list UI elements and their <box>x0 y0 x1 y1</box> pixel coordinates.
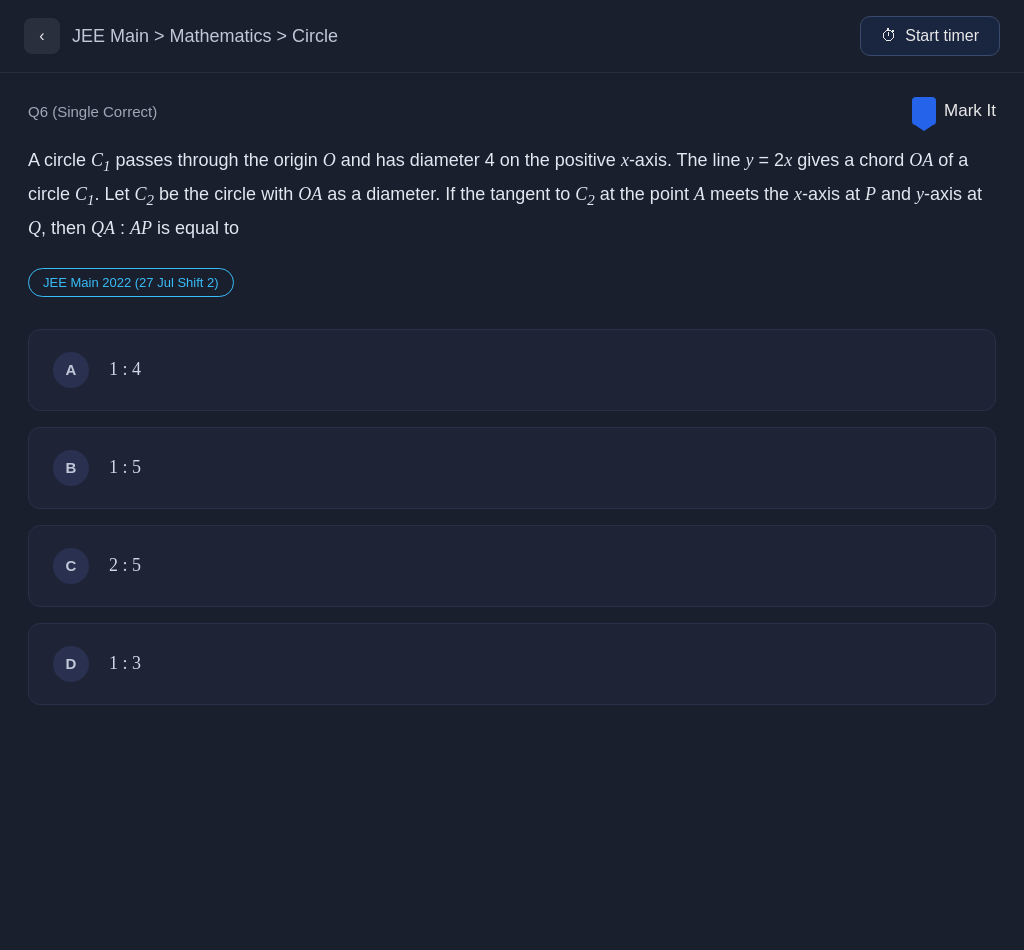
start-timer-label: Start timer <box>905 27 979 45</box>
option-a[interactable]: A 1 : 4 <box>28 329 996 411</box>
start-timer-button[interactable]: ⏱ Start timer <box>860 16 1000 56</box>
tag-container: JEE Main 2022 (27 Jul Shift 2) <box>28 268 996 297</box>
option-d-label: D <box>53 646 89 682</box>
option-c-label: C <box>53 548 89 584</box>
option-b-label: B <box>53 450 89 486</box>
option-d-text: 1 : 3 <box>109 653 141 674</box>
mark-it-label: Mark It <box>944 101 996 121</box>
question-meta: Q6 (Single Correct) Mark It <box>28 97 996 125</box>
question-text: A circle C1 passes through the origin O … <box>28 145 996 244</box>
back-button[interactable]: ‹ <box>24 18 60 54</box>
breadcrumb: JEE Main > Mathematics > Circle <box>72 26 338 47</box>
option-c-text: 2 : 5 <box>109 555 141 576</box>
option-c[interactable]: C 2 : 5 <box>28 525 996 607</box>
option-a-label: A <box>53 352 89 388</box>
content: Q6 (Single Correct) Mark It A circle C1 … <box>0 73 1024 729</box>
mark-it-button[interactable]: Mark It <box>912 97 996 125</box>
option-b-text: 1 : 5 <box>109 457 141 478</box>
header: ‹ JEE Main > Mathematics > Circle ⏱ Star… <box>0 0 1024 73</box>
option-d[interactable]: D 1 : 3 <box>28 623 996 705</box>
question-type: Q6 (Single Correct) <box>28 103 157 120</box>
bookmark-icon <box>912 97 936 125</box>
header-left: ‹ JEE Main > Mathematics > Circle <box>24 18 338 54</box>
options-container: A 1 : 4 B 1 : 5 C 2 : 5 D 1 : 3 <box>28 329 996 705</box>
timer-icon: ⏱ <box>881 27 897 45</box>
exam-tag: JEE Main 2022 (27 Jul Shift 2) <box>28 268 234 297</box>
option-a-text: 1 : 4 <box>109 359 141 380</box>
option-b[interactable]: B 1 : 5 <box>28 427 996 509</box>
